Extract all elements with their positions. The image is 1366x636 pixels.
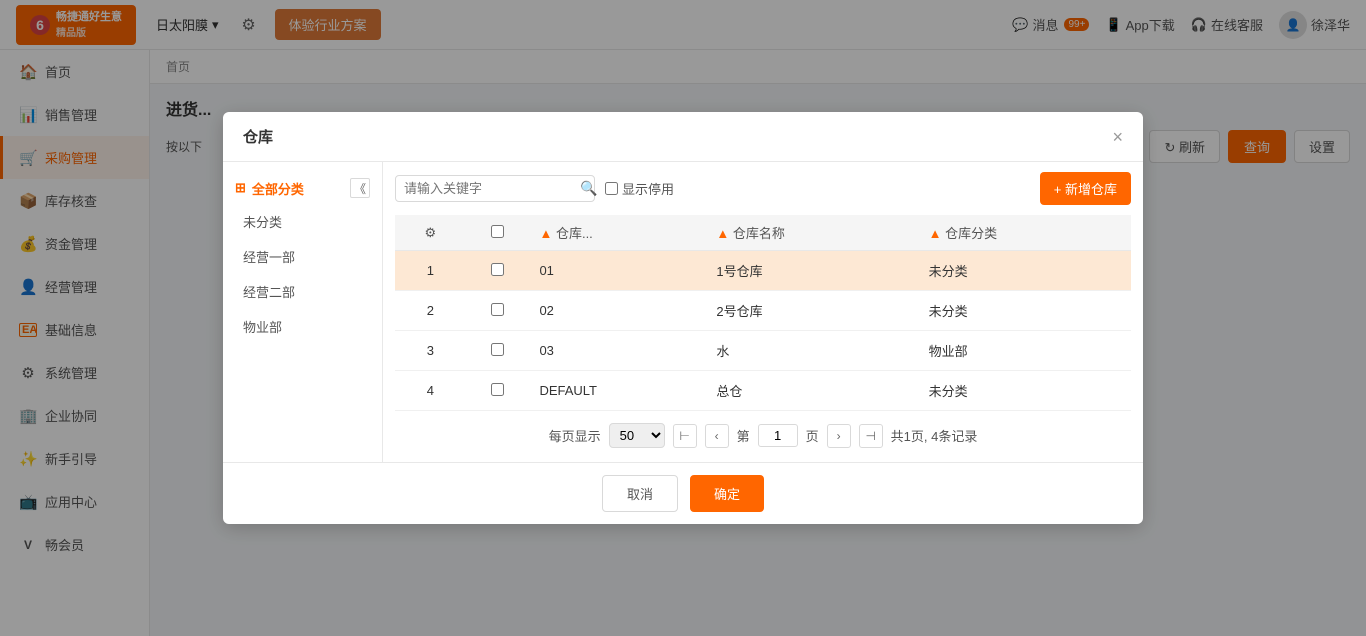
table-row[interactable]: 3 03 水 物业部 bbox=[395, 331, 1131, 371]
row-name: 2号仓库 bbox=[706, 291, 918, 331]
row-name: 水 bbox=[706, 331, 918, 371]
modal-title: 仓库 bbox=[243, 126, 273, 147]
total-label: 共1页, 4条记录 bbox=[891, 426, 978, 445]
row-code: 01 bbox=[529, 251, 706, 291]
row-checkbox[interactable] bbox=[466, 251, 530, 291]
warehouse-table: ⚙ ▲ 仓库... ▲ bbox=[395, 215, 1131, 411]
show-disabled-text: 显示停用 bbox=[622, 179, 674, 198]
row-checkbox[interactable] bbox=[466, 291, 530, 331]
first-page-button[interactable]: ⊢ bbox=[673, 424, 697, 448]
pagination: 每页显示 50 100 ⊢ ‹ 第 页 › ⊣ 共1页, 4条记录 bbox=[395, 411, 1131, 452]
show-disabled-checkbox[interactable] bbox=[605, 182, 618, 195]
sort-icon3: ▲ bbox=[929, 226, 942, 241]
row-num: 4 bbox=[395, 371, 466, 411]
add-warehouse-button[interactable]: + 新增仓库 bbox=[1040, 172, 1131, 205]
row-num: 2 bbox=[395, 291, 466, 331]
category-item-uncategorized[interactable]: 未分类 bbox=[223, 204, 382, 239]
per-page-label: 每页显示 bbox=[549, 426, 601, 445]
row-code: 03 bbox=[529, 331, 706, 371]
table-row[interactable]: 4 DEFAULT 总仓 未分类 bbox=[395, 371, 1131, 411]
row-cat: 未分类 bbox=[919, 371, 1131, 411]
table-head: ⚙ ▲ 仓库... ▲ bbox=[395, 215, 1131, 251]
all-category-title[interactable]: ⊞ 全部分类 bbox=[235, 179, 304, 198]
cancel-button[interactable]: 取消 bbox=[602, 475, 678, 512]
row-cat: 未分类 bbox=[919, 251, 1131, 291]
th-checkbox bbox=[466, 215, 530, 251]
page-suffix: 页 bbox=[806, 426, 819, 445]
th-category[interactable]: ▲ 仓库分类 bbox=[919, 215, 1131, 251]
row-cat: 未分类 bbox=[919, 291, 1131, 331]
row-code: 02 bbox=[529, 291, 706, 331]
collapse-category-button[interactable]: 《 bbox=[350, 178, 370, 198]
sort-icon: ▲ bbox=[539, 226, 552, 241]
row-code: DEFAULT bbox=[529, 371, 706, 411]
search-input[interactable] bbox=[404, 181, 580, 196]
table-wrapper: ⚙ ▲ 仓库... ▲ bbox=[395, 215, 1131, 411]
all-category-label: 全部分类 bbox=[252, 179, 304, 198]
table-panel: 🔍 显示停用 + 新增仓库 ⚙ bbox=[383, 162, 1143, 462]
category-item-operations1[interactable]: 经营一部 bbox=[223, 239, 382, 274]
next-page-button[interactable]: › bbox=[827, 424, 851, 448]
row-num: 3 bbox=[395, 331, 466, 371]
row-checkbox[interactable] bbox=[466, 371, 530, 411]
table-toolbar: 🔍 显示停用 + 新增仓库 bbox=[395, 172, 1131, 205]
row-checkbox[interactable] bbox=[466, 331, 530, 371]
modal-header: 仓库 × bbox=[223, 112, 1143, 162]
row-num: 1 bbox=[395, 251, 466, 291]
per-page-select[interactable]: 50 100 bbox=[609, 423, 665, 448]
show-disabled-label[interactable]: 显示停用 bbox=[605, 179, 674, 198]
row-cat: 物业部 bbox=[919, 331, 1131, 371]
gear-icon: ⚙ bbox=[425, 225, 437, 240]
table-row[interactable]: 1 01 1号仓库 未分类 bbox=[395, 251, 1131, 291]
select-all-checkbox[interactable] bbox=[491, 225, 504, 238]
th-settings: ⚙ bbox=[395, 215, 466, 251]
row-name: 1号仓库 bbox=[706, 251, 918, 291]
th-code[interactable]: ▲ 仓库... bbox=[529, 215, 706, 251]
warehouse-modal: 仓库 × ⊞ 全部分类 《 未分类 经营一部 经营二部 物业部 bbox=[223, 112, 1143, 524]
category-item-operations2[interactable]: 经营二部 bbox=[223, 274, 382, 309]
search-icon: 🔍 bbox=[580, 180, 597, 197]
category-panel: ⊞ 全部分类 《 未分类 经营一部 经营二部 物业部 bbox=[223, 162, 383, 462]
page-label: 第 bbox=[737, 426, 750, 445]
category-item-property[interactable]: 物业部 bbox=[223, 309, 382, 344]
page-input[interactable] bbox=[758, 424, 798, 447]
modal-close-button[interactable]: × bbox=[1112, 128, 1123, 146]
last-page-button[interactable]: ⊣ bbox=[859, 424, 883, 448]
modal-overlay[interactable]: 仓库 × ⊞ 全部分类 《 未分类 经营一部 经营二部 物业部 bbox=[0, 0, 1366, 636]
modal-footer: 取消 确定 bbox=[223, 462, 1143, 524]
th-name[interactable]: ▲ 仓库名称 bbox=[706, 215, 918, 251]
sort-icon2: ▲ bbox=[716, 226, 729, 241]
confirm-button[interactable]: 确定 bbox=[690, 475, 764, 512]
table-body: 1 01 1号仓库 未分类 2 02 2号仓库 bbox=[395, 251, 1131, 411]
grid-icon: ⊞ bbox=[235, 180, 246, 196]
row-name: 总仓 bbox=[706, 371, 918, 411]
table-row[interactable]: 2 02 2号仓库 未分类 bbox=[395, 291, 1131, 331]
prev-page-button[interactable]: ‹ bbox=[705, 424, 729, 448]
category-header: ⊞ 全部分类 《 bbox=[223, 172, 382, 204]
search-box: 🔍 bbox=[395, 175, 595, 202]
modal-body: ⊞ 全部分类 《 未分类 经营一部 经营二部 物业部 🔍 bbox=[223, 162, 1143, 462]
